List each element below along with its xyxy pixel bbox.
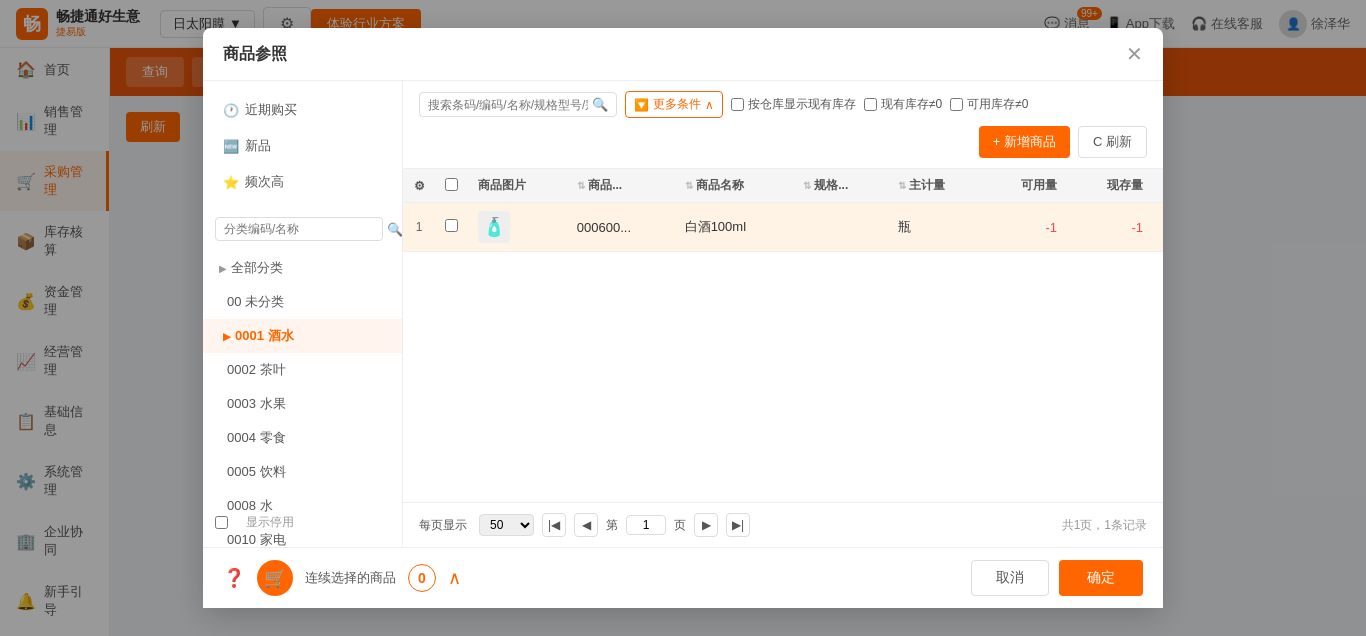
quick-filters: 🕐 近期购买 🆕 新品 ⭐ 频次高 [203, 89, 402, 203]
add-product-button[interactable]: + 新增商品 [979, 126, 1070, 158]
col-image: 商品图片 [468, 169, 567, 203]
sort-icon: ⇅ [577, 180, 585, 191]
select-all-checkbox[interactable] [445, 178, 458, 191]
chevron-up-icon: ∧ [705, 98, 714, 112]
page-number-input[interactable] [626, 515, 666, 535]
collapse-up-icon[interactable]: ∧ [448, 567, 461, 589]
modal-body: 🕐 近期购买 🆕 新品 ⭐ 频次高 ◀◀ [203, 81, 1163, 547]
row-checkbox-cell[interactable] [435, 203, 468, 252]
modal-footer: ❓ 🛒 连续选择的商品 0 ∧ 取消 确定 [203, 547, 1163, 608]
product-table: ⚙ 商品图片 ⇅ 商品... [403, 169, 1163, 252]
pagination: 每页显示 50 10 20 100 |◀ ◀ 第 页 ▶ ▶| 共1页，1条记录 [403, 502, 1163, 547]
category-search-input[interactable] [215, 217, 383, 241]
modal-left-panel: 🕐 近期购买 🆕 新品 ⭐ 频次高 ◀◀ [203, 81, 403, 547]
filter-more-button[interactable]: 🔽 更多条件 ∧ [625, 91, 723, 118]
category-search: 🔍 [203, 211, 402, 247]
product-unit-cell: 瓶 [888, 203, 986, 252]
table-wrap: ⚙ 商品图片 ⇅ 商品... [403, 169, 1163, 502]
product-name-cell: 白酒100ml [675, 203, 793, 252]
modal-close-button[interactable]: ✕ [1126, 42, 1143, 66]
clock-icon: 🕐 [223, 103, 239, 118]
col-spec[interactable]: ⇅ 规格... [793, 169, 888, 203]
show-disabled-wrap: 显示停用 [203, 498, 318, 547]
star-icon: ⭐ [223, 175, 239, 190]
collapse-panel-button[interactable]: ◀◀ [402, 209, 403, 233]
product-thumbnail: 🧴 [478, 211, 510, 243]
search-wrap: 🔍 [419, 92, 617, 117]
page-next-button[interactable]: ▶ [694, 513, 718, 537]
row-number: 1 [403, 203, 435, 252]
col-checkbox [435, 169, 468, 203]
cat-item-beverage[interactable]: 0005 饮料 [203, 455, 402, 489]
cat-item-snack[interactable]: 0004 零食 [203, 421, 402, 455]
col-unit[interactable]: ⇅ 主计量 [888, 169, 986, 203]
new-icon: 🆕 [223, 139, 239, 154]
modal-overlay: 商品参照 ✕ 🕐 近期购买 🆕 新品 ⭐ 频次高 [0, 0, 1366, 636]
col-available[interactable]: 可用量 [986, 169, 1067, 203]
page-size-select[interactable]: 50 10 20 100 [479, 514, 534, 536]
quick-item-recent[interactable]: 🕐 近期购买 [211, 93, 394, 127]
product-code-cell: 000600... [567, 203, 675, 252]
cat-item-fruit[interactable]: 0003 水果 [203, 387, 402, 421]
has-stock-checkbox[interactable] [864, 98, 877, 111]
show-disabled-checkbox[interactable] [215, 516, 228, 529]
filter-bar: 🔍 🔽 更多条件 ∧ 按仓库显示现有库存 现有库存≠0 [403, 81, 1163, 169]
product-stock-cell: -1 [1067, 203, 1163, 252]
cat-arrow-icon: ▶ [223, 331, 231, 342]
page-first-button[interactable]: |◀ [542, 513, 566, 537]
filter-icon: 🔽 [634, 98, 649, 112]
available-checkbox[interactable] [950, 98, 963, 111]
footer-actions: 取消 确定 [971, 560, 1143, 596]
col-name[interactable]: ⇅ 商品名称 [675, 169, 793, 203]
cat-item-tea[interactable]: 0002 茶叶 [203, 353, 402, 387]
page-last-button[interactable]: ▶| [726, 513, 750, 537]
col-settings[interactable]: ⚙ [403, 169, 435, 203]
row-checkbox[interactable] [445, 219, 458, 232]
product-reference-modal: 商品参照 ✕ 🕐 近期购买 🆕 新品 ⭐ 频次高 [203, 28, 1163, 608]
product-search-input[interactable] [428, 98, 588, 112]
cancel-button[interactable]: 取消 [971, 560, 1049, 596]
product-thumb-cell: 🧴 [468, 203, 567, 252]
cat-item-liquor[interactable]: ▶ 0001 酒水 [203, 319, 402, 353]
sort-icon: ⇅ [803, 180, 811, 191]
filter-available-check[interactable]: 可用库存≠0 [950, 96, 1028, 113]
page-prev-button[interactable]: ◀ [574, 513, 598, 537]
modal-right-panel: 🔍 🔽 更多条件 ∧ 按仓库显示现有库存 现有库存≠0 [403, 81, 1163, 547]
modal-title: 商品参照 [223, 44, 287, 65]
search-icon[interactable]: 🔍 [592, 97, 608, 112]
cart-button[interactable]: 🛒 [257, 560, 293, 596]
modal-header: 商品参照 ✕ [203, 28, 1163, 81]
confirm-button[interactable]: 确定 [1059, 560, 1143, 596]
sort-icon: ⇅ [898, 180, 906, 191]
col-stock[interactable]: 现存量 [1067, 169, 1163, 203]
product-spec-cell [793, 203, 888, 252]
filter-warehouse-check[interactable]: 按仓库显示现有库存 [731, 96, 856, 113]
show-disabled-label: 显示停用 [234, 506, 306, 539]
quick-item-frequent[interactable]: ⭐ 频次高 [211, 165, 394, 199]
cart-count-badge: 0 [408, 564, 436, 592]
help-icon[interactable]: ❓ [223, 567, 245, 589]
refresh-button[interactable]: C 刷新 [1078, 126, 1147, 158]
product-available-cell: -1 [986, 203, 1067, 252]
cat-item-uncategorized[interactable]: 00 未分类 [203, 285, 402, 319]
col-code[interactable]: ⇅ 商品... [567, 169, 675, 203]
search-icon[interactable]: 🔍 [387, 222, 403, 237]
filter-has-stock-check[interactable]: 现有库存≠0 [864, 96, 942, 113]
table-header-row: ⚙ 商品图片 ⇅ 商品... [403, 169, 1163, 203]
quick-item-new[interactable]: 🆕 新品 [211, 129, 394, 163]
sort-icon: ⇅ [685, 180, 693, 191]
table-row[interactable]: 1 🧴 000600... [403, 203, 1163, 252]
chevron-right-icon: ▶ [219, 263, 227, 274]
warehouse-checkbox[interactable] [731, 98, 744, 111]
filter-actions: + 新增商品 C 刷新 [979, 126, 1147, 158]
cat-item-all[interactable]: ▶ 全部分类 [203, 251, 402, 285]
